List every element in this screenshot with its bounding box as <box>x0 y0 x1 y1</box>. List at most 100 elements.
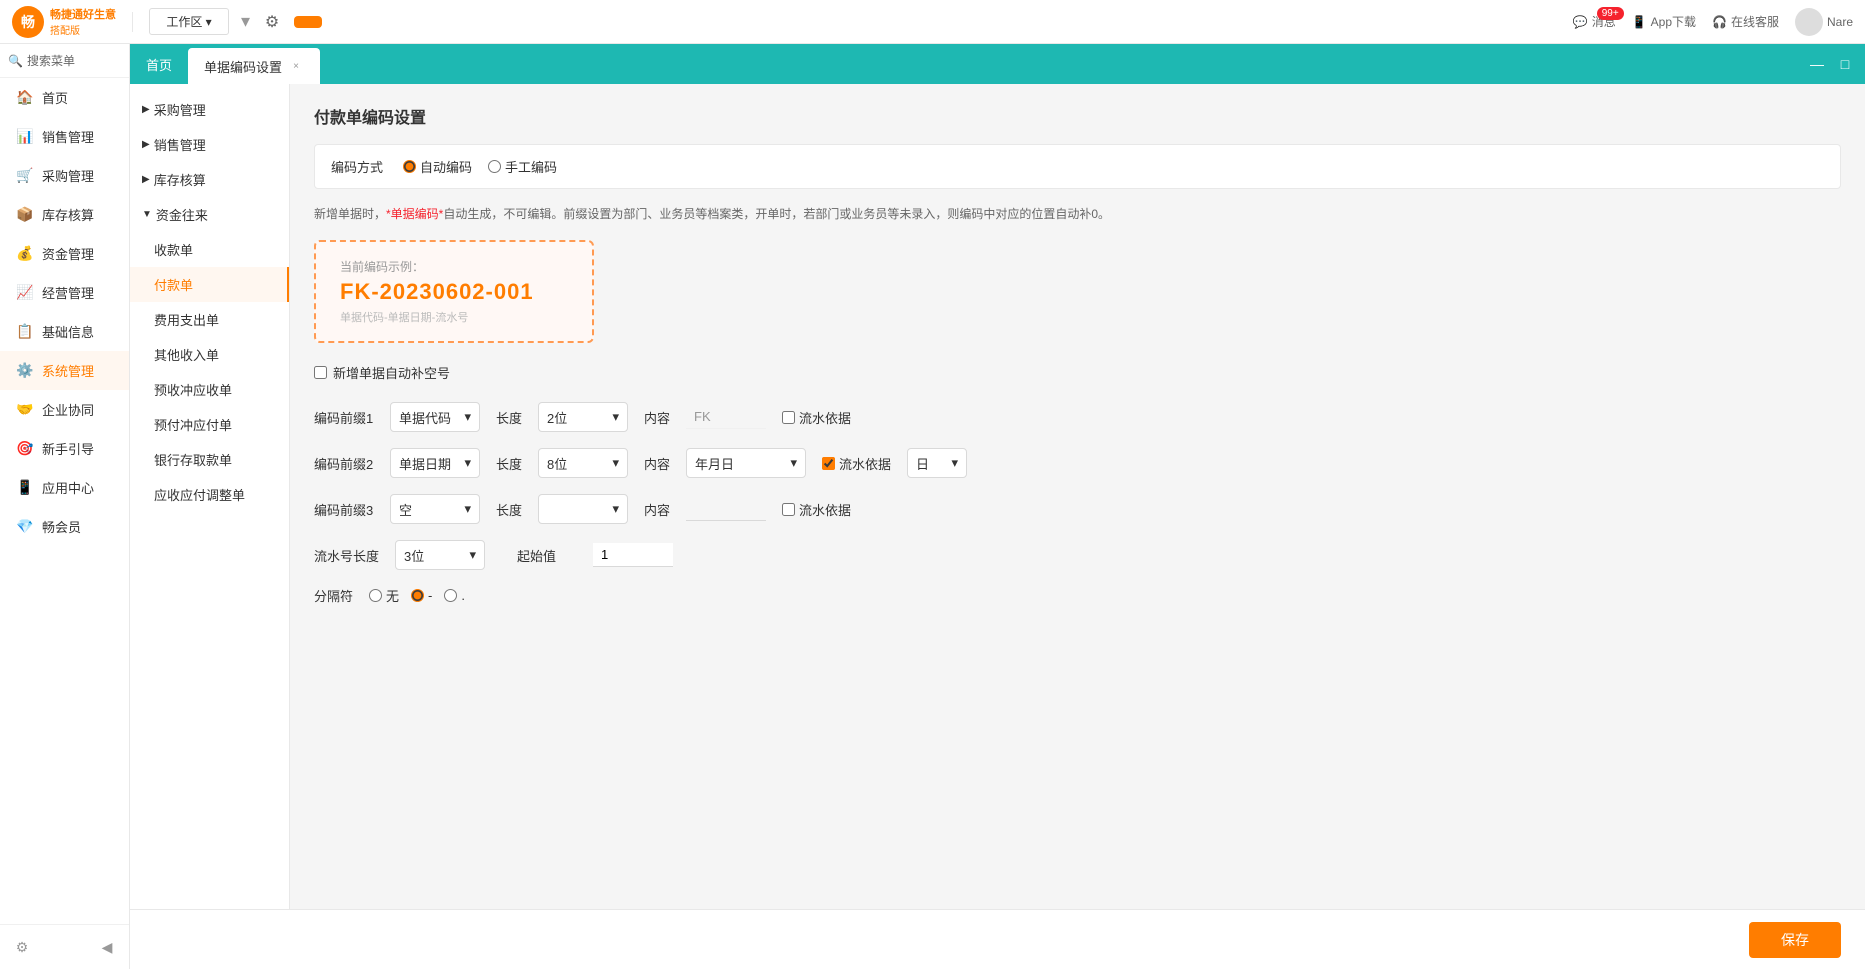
sub-nav-child-prepay-ap[interactable]: 预付冲应付单 <box>130 407 289 442</box>
sub-layout: ▶ 采购管理 ▶ 销售管理 ▶ 库存核算 <box>130 84 1865 909</box>
save-button[interactable]: 保存 <box>1749 922 1841 958</box>
sub-nav-parent-purchase[interactable]: ▶ 采购管理 <box>130 92 289 127</box>
header-left: 畅 畅捷通好生意 搭配版 工作区 ▾ ▾ ⚙ <box>12 6 322 38</box>
length1-select[interactable]: 2位 ▾ <box>538 402 628 432</box>
tab-home[interactable]: 首页 <box>130 44 188 84</box>
sub-nav-group-purchase: ▶ 采购管理 <box>130 92 289 127</box>
sidebar-nav: 🏠 首页 📊 销售管理 🛒 采购管理 📦 库存核算 💰 资金管理 📈 经 <box>0 78 129 924</box>
sub-nav-child-bank[interactable]: 银行存取款单 <box>130 442 289 477</box>
sidebar-item-company[interactable]: 🤝 企业协同 <box>0 390 129 429</box>
dropdown-arrow-6: ▾ <box>952 455 959 471</box>
chevron-right-icon-3: ▶ <box>142 174 150 185</box>
flow2-checkbox-item[interactable]: 流水依据 <box>822 454 891 473</box>
service-icon: 🎧 <box>1712 15 1727 29</box>
manual-code-option[interactable]: 手工编码 <box>488 157 557 176</box>
sidebar-item-operations[interactable]: 📈 经营管理 <box>0 273 129 312</box>
sidebar-collapse-button[interactable]: ◀ <box>93 933 121 961</box>
apps-icon: 📱 <box>16 479 34 497</box>
length3-select[interactable]: ▾ <box>538 494 628 524</box>
tab-maximize-button[interactable]: □ <box>1833 52 1857 76</box>
prefix3-select[interactable]: 空 ▾ <box>390 494 480 524</box>
online-service-item[interactable]: 🎧 在线客服 <box>1712 13 1779 30</box>
preview-desc: 单据代码-单据日期-流水号 <box>340 309 568 325</box>
sub-nav-child-payment[interactable]: 付款单 <box>130 267 289 302</box>
user-item[interactable]: Nare <box>1795 8 1853 36</box>
sidebar-item-basic[interactable]: 📋 基础信息 <box>0 312 129 351</box>
length2-select[interactable]: 8位 ▾ <box>538 448 628 478</box>
separator-row: 分隔符 无 - . <box>314 586 1841 605</box>
flow2-period-select[interactable]: 日 ▾ <box>907 448 967 478</box>
sidebar-item-guide[interactable]: 🎯 新手引导 <box>0 429 129 468</box>
content3-input[interactable] <box>686 497 766 521</box>
guide-icon: 🎯 <box>16 440 34 458</box>
sub-nav-parent-capital[interactable]: ▼ 资金往来 <box>130 197 289 232</box>
dropdown-arrow-2: ▾ <box>612 409 619 425</box>
message-item[interactable]: 💬 消息 99+ <box>1573 13 1616 30</box>
tab-minimize-button[interactable]: — <box>1805 52 1829 76</box>
tab-close-icon[interactable]: × <box>288 58 304 74</box>
flow3-checkbox[interactable] <box>782 503 795 516</box>
flow3-checkbox-item[interactable]: 流水依据 <box>782 500 851 519</box>
experience-button[interactable] <box>294 16 322 28</box>
prefix2-select[interactable]: 单据日期 ▾ <box>390 448 480 478</box>
sidebar-settings-button[interactable]: ⚙ <box>8 933 36 961</box>
auto-code-option[interactable]: 自动编码 <box>403 157 472 176</box>
separator-dash-option[interactable]: - <box>411 588 432 603</box>
prefix1-label: 编码前缀1 <box>314 408 374 427</box>
tab-encoding-settings[interactable]: 单据编码设置 × <box>188 48 320 84</box>
sidebar-item-purchase[interactable]: 🛒 采购管理 <box>0 156 129 195</box>
sidebar-item-inventory[interactable]: 📦 库存核算 <box>0 195 129 234</box>
prefix1-row: 编码前缀1 单据代码 ▾ 长度 2位 ▾ 内容 流水依据 <box>314 402 1841 432</box>
sidebar-search[interactable]: 🔍 搜索菜单 <box>0 44 129 78</box>
sidebar-item-home[interactable]: 🏠 首页 <box>0 78 129 117</box>
flow2-checkbox[interactable] <box>822 457 835 470</box>
prefix2-row: 编码前缀2 单据日期 ▾ 长度 8位 ▾ 内容 年月日 ▾ <box>314 448 1841 478</box>
sidebar-item-member[interactable]: 💎 畅会员 <box>0 507 129 546</box>
serial-length-select[interactable]: 3位 ▾ <box>395 540 485 570</box>
sidebar-item-finance[interactable]: 💰 资金管理 <box>0 234 129 273</box>
sub-nav-parent-sales[interactable]: ▶ 销售管理 <box>130 127 289 162</box>
home-icon: 🏠 <box>16 89 34 107</box>
sidebar: 🔍 搜索菜单 🏠 首页 📊 销售管理 🛒 采购管理 📦 库存核算 💰 <box>0 44 130 969</box>
chevron-right-icon: ▶ <box>142 104 150 115</box>
main-content: 付款单编码设置 编码方式 自动编码 手工编码 <box>290 84 1865 909</box>
sub-nav-child-expense[interactable]: 费用支出单 <box>130 302 289 337</box>
prefix1-select[interactable]: 单据代码 ▾ <box>390 402 480 432</box>
sub-nav-child-adjustment[interactable]: 应收应付调整单 <box>130 477 289 512</box>
preview-label: 当前编码示例： <box>340 258 568 275</box>
operations-icon: 📈 <box>16 284 34 302</box>
sub-nav-parent-inventory[interactable]: ▶ 库存核算 <box>130 162 289 197</box>
brand-logo: 畅 畅捷通好生意 搭配版 <box>12 6 116 38</box>
flow1-checkbox[interactable] <box>782 411 795 424</box>
message-icon: 💬 <box>1573 15 1588 29</box>
auto-fill-checkbox[interactable] <box>314 366 327 379</box>
settings-icon[interactable]: ⚙ <box>258 8 286 36</box>
separator-none-option[interactable]: 无 <box>369 586 399 605</box>
dropdown-arrow-4: ▾ <box>612 455 619 471</box>
separator-dot-option[interactable]: . <box>444 588 465 603</box>
sub-nav-group-inventory: ▶ 库存核算 <box>130 162 289 197</box>
sidebar-item-system[interactable]: ⚙️ 系统管理 <box>0 351 129 390</box>
flow1-checkbox-item[interactable]: 流水依据 <box>782 408 851 427</box>
top-header: 畅 畅捷通好生意 搭配版 工作区 ▾ ▾ ⚙ 💬 消息 99+ 📱 App下载 … <box>0 0 1865 44</box>
content-area: 首页 单据编码设置 × — □ ▶ 采购管理 <box>130 44 1865 969</box>
workspace-dropdown[interactable]: 工作区 ▾ <box>149 8 229 35</box>
sidebar-item-apps[interactable]: 📱 应用中心 <box>0 468 129 507</box>
sub-nav-child-other-income[interactable]: 其他收入单 <box>130 337 289 372</box>
bottom-bar: 保存 <box>130 909 1865 969</box>
length1-label: 长度 <box>496 408 522 427</box>
content1-input[interactable] <box>686 405 766 429</box>
sidebar-item-sales[interactable]: 📊 销售管理 <box>0 117 129 156</box>
chevron-right-icon-2: ▶ <box>142 139 150 150</box>
separator-options: 无 - . <box>369 586 465 605</box>
sub-nav-child-receipt[interactable]: 收款单 <box>130 232 289 267</box>
content2-select[interactable]: 年月日 ▾ <box>686 448 806 478</box>
prefix3-row: 编码前缀3 空 ▾ 长度 ▾ 内容 流水依据 <box>314 494 1841 524</box>
app-download-item[interactable]: 📱 App下载 <box>1632 13 1696 30</box>
start-value-input[interactable] <box>593 543 673 567</box>
serial-length-label: 流水号长度 <box>314 546 379 565</box>
length2-label: 长度 <box>496 454 522 473</box>
inventory-icon: 📦 <box>16 206 34 224</box>
chevron-down-icon: ▾ <box>241 11 250 32</box>
sub-nav-child-prepay-ar[interactable]: 预收冲应收单 <box>130 372 289 407</box>
